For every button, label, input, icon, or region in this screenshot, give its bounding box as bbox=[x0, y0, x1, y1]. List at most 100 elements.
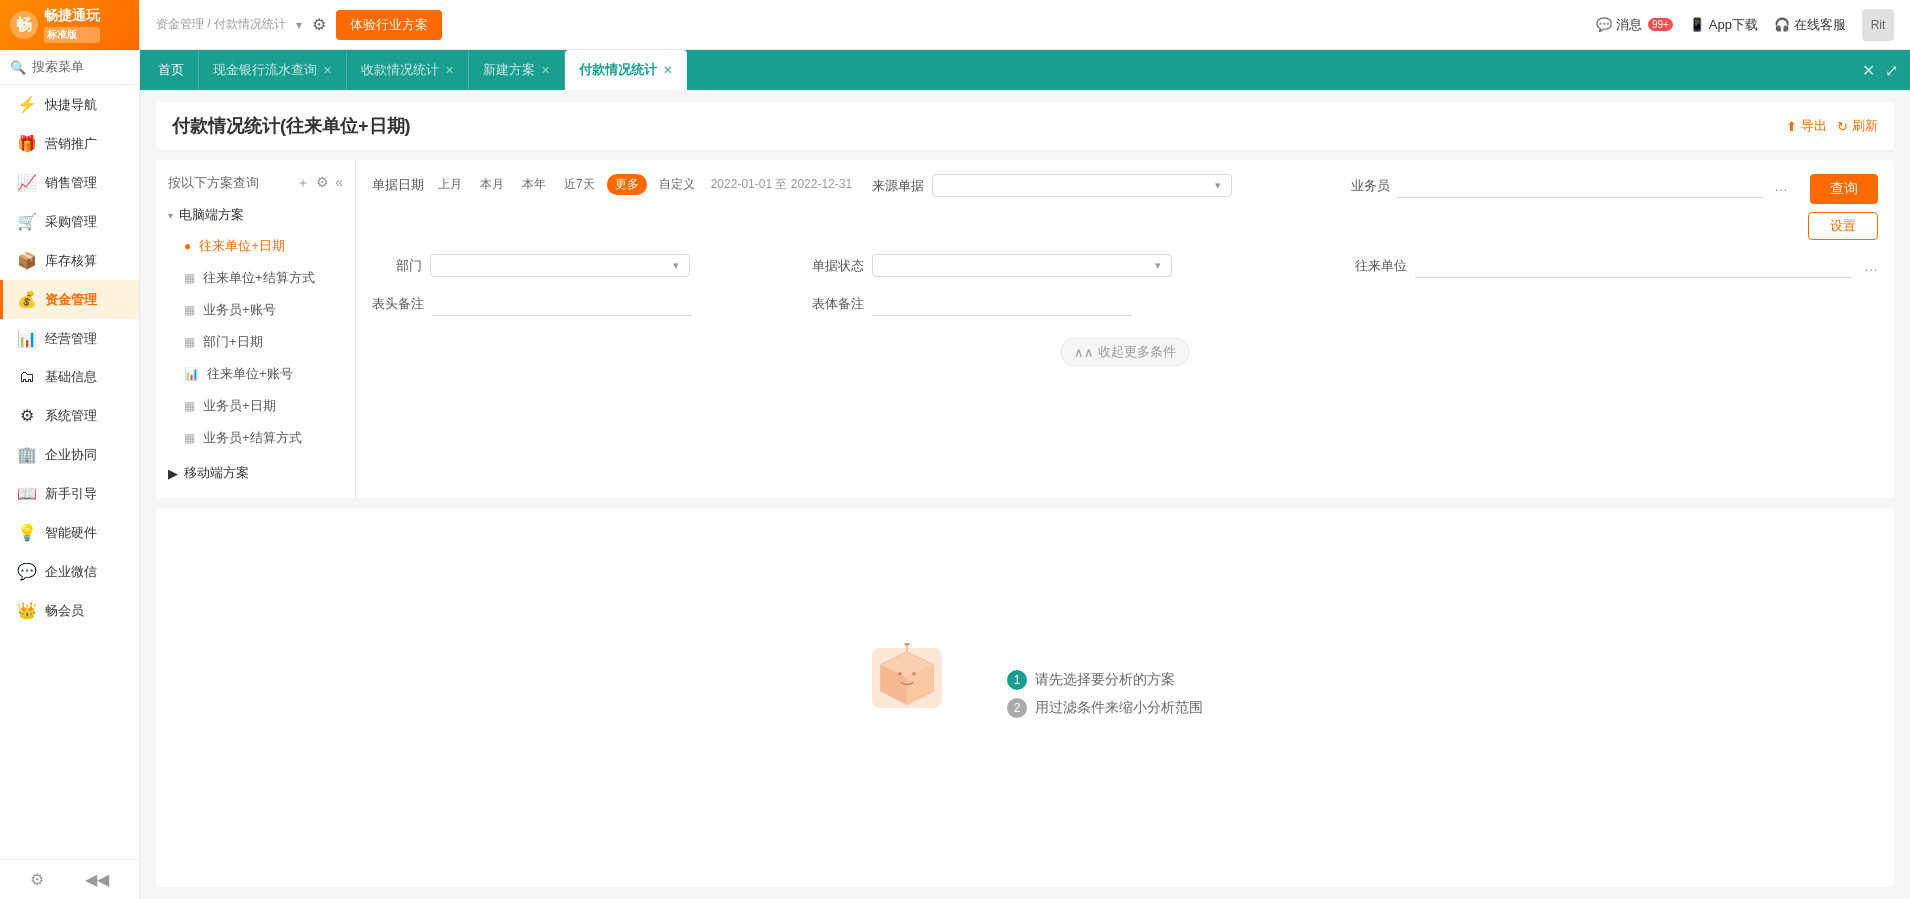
tab-new-plan[interactable]: 新建方案 ✕ bbox=[469, 50, 565, 90]
sidebar-item-system[interactable]: ⚙ 系统管理 bbox=[0, 396, 139, 435]
scheme-panel-header: 按以下方案查询 ＋ ⚙ « bbox=[156, 170, 355, 200]
scheme-collapse-icon[interactable]: « bbox=[335, 174, 343, 192]
avatar[interactable]: Rit bbox=[1862, 9, 1894, 41]
sidebar-item-sales[interactable]: 📈 销售管理 bbox=[0, 163, 139, 202]
sidebar-item-label: 营销推广 bbox=[45, 135, 97, 153]
scheme-item-staff-settle[interactable]: ▦ 业务员+结算方式 bbox=[156, 422, 355, 454]
sidebar-item-label: 销售管理 bbox=[45, 174, 97, 192]
table-head-remark-input[interactable] bbox=[432, 292, 692, 316]
sales-icon: 📈 bbox=[17, 173, 37, 192]
purchase-icon: 🛒 bbox=[17, 212, 37, 231]
tab-payment-stats-close-icon[interactable]: ✕ bbox=[663, 64, 672, 77]
sidebar-item-operation[interactable]: 📊 经营管理 bbox=[0, 319, 139, 358]
sidebar-item-basic-info[interactable]: 🗂 基础信息 bbox=[0, 358, 139, 396]
enterprise-icon: 🏢 bbox=[17, 445, 37, 464]
dept-field: 部门 ▾ bbox=[372, 254, 792, 277]
operation-icon: 📊 bbox=[17, 329, 37, 348]
scheme-item-unit-settle[interactable]: ▦ 往来单位+结算方式 bbox=[156, 262, 355, 294]
scheme-group-mobile[interactable]: ▶ 移动端方案 bbox=[156, 458, 355, 488]
sidebar-item-member[interactable]: 👑 畅会员 bbox=[0, 591, 139, 630]
collapse-button[interactable]: ∧∧ 收起更多条件 bbox=[1061, 338, 1189, 366]
scheme-item-label: 业务员+账号 bbox=[203, 301, 276, 319]
date-filter: 上月 本月 本年 近7天 更多 自定义 2022-01-01 至 2022-12… bbox=[432, 174, 852, 195]
sidebar-footer: ⚙ ◀◀ bbox=[0, 859, 139, 899]
topbar-gear-icon[interactable]: ⚙ bbox=[312, 15, 326, 34]
tip-text-2: 用过滤条件来缩小分析范围 bbox=[1035, 699, 1203, 717]
date-btn-more[interactable]: 更多 bbox=[607, 174, 647, 195]
sidebar-nav: ⚡ 快捷导航 🎁 营销推广 📈 销售管理 🛒 采购管理 📦 库存核算 💰 资金管… bbox=[0, 85, 139, 859]
message-item[interactable]: 💬 消息 99+ bbox=[1596, 16, 1673, 34]
table-head-remark-field: 表头备注 bbox=[372, 292, 792, 316]
related-unit-label: 往来单位 bbox=[1355, 257, 1407, 275]
scheme-item-staff-account[interactable]: ▦ 业务员+账号 bbox=[156, 294, 355, 326]
sidebar-item-label: 库存核算 bbox=[45, 252, 97, 270]
related-unit-ellipsis-icon[interactable]: … bbox=[1864, 258, 1878, 274]
sidebar-item-inventory[interactable]: 📦 库存核算 bbox=[0, 241, 139, 280]
scheme-gear-icon[interactable]: ⚙ bbox=[316, 174, 329, 192]
sidebar-item-enterprise[interactable]: 🏢 企业协同 bbox=[0, 435, 139, 474]
app-download-item[interactable]: 📱 App下载 bbox=[1689, 16, 1758, 34]
hardware-icon: 💡 bbox=[17, 523, 37, 542]
scheme-table-icon5: ▦ bbox=[184, 431, 195, 445]
quick-nav-icon: ⚡ bbox=[17, 95, 37, 114]
sidebar-item-marketing[interactable]: 🎁 营销推广 bbox=[0, 124, 139, 163]
brand-name: 畅捷通玩 bbox=[44, 7, 100, 25]
scheme-item-dept-date[interactable]: ▦ 部门+日期 bbox=[156, 326, 355, 358]
sidebar-item-label: 新手引导 bbox=[45, 485, 97, 503]
sidebar-item-guide[interactable]: 📖 新手引导 bbox=[0, 474, 139, 513]
sidebar-item-quick-nav[interactable]: ⚡ 快捷导航 bbox=[0, 85, 139, 124]
scheme-table-icon3: ▦ bbox=[184, 335, 195, 349]
related-unit-field: 往来单位 … bbox=[1355, 254, 1878, 278]
tab-bank-flow[interactable]: 现金银行流水查询 ✕ bbox=[199, 50, 347, 90]
setting-button[interactable]: 设置 bbox=[1808, 212, 1878, 240]
tip-num-1: 1 bbox=[1007, 670, 1027, 690]
voucher-status-select[interactable]: ▾ bbox=[872, 254, 1172, 277]
export-button[interactable]: ⬆ 导出 bbox=[1786, 117, 1827, 135]
tab-receipt-stats-close-icon[interactable]: ✕ bbox=[445, 64, 454, 77]
tab-receipt-stats[interactable]: 收款情况统计 ✕ bbox=[347, 50, 469, 90]
scheme-group-pc[interactable]: ▾ 电脑端方案 bbox=[156, 200, 355, 230]
scheme-group-pc-arrow: ▾ bbox=[168, 210, 173, 221]
query-btn-group: 查询 设置 bbox=[1808, 174, 1878, 240]
table-body-remark-input[interactable] bbox=[872, 292, 1132, 316]
date-btn-7days[interactable]: 近7天 bbox=[558, 174, 601, 195]
scheme-active-icon: ● bbox=[184, 239, 191, 253]
scheme-add-icon[interactable]: ＋ bbox=[296, 174, 310, 192]
date-btn-custom[interactable]: 自定义 bbox=[653, 174, 701, 195]
refresh-label: 刷新 bbox=[1852, 117, 1878, 135]
tab-new-plan-close-icon[interactable]: ✕ bbox=[541, 64, 550, 77]
marketing-icon: 🎁 bbox=[17, 134, 37, 153]
sidebar-item-wechat[interactable]: 💬 企业微信 bbox=[0, 552, 139, 591]
staff-input[interactable] bbox=[1398, 174, 1762, 198]
scheme-item-unit-account[interactable]: 📊 往来单位+账号 bbox=[156, 358, 355, 390]
dropdown-arrow-icon[interactable]: ▾ bbox=[296, 18, 302, 32]
source-select[interactable]: ▾ bbox=[932, 174, 1232, 197]
tab-expand-icon[interactable]: ⤢ bbox=[1885, 61, 1898, 80]
query-button[interactable]: 查询 bbox=[1810, 174, 1878, 204]
sidebar-item-hardware[interactable]: 💡 智能硬件 bbox=[0, 513, 139, 552]
date-btn-this-month[interactable]: 本月 bbox=[474, 174, 510, 195]
refresh-button[interactable]: ↻ 刷新 bbox=[1837, 117, 1878, 135]
cube-illustration bbox=[872, 648, 942, 708]
tab-bank-flow-close-icon[interactable]: ✕ bbox=[323, 64, 332, 77]
sidebar-item-purchase[interactable]: 🛒 采购管理 bbox=[0, 202, 139, 241]
trial-button[interactable]: 体验行业方案 bbox=[336, 10, 442, 40]
date-btn-last-month[interactable]: 上月 bbox=[432, 174, 468, 195]
tab-new-plan-label: 新建方案 bbox=[483, 61, 535, 79]
empty-state: 1 请先选择要分析的方案 2 用过滤条件来缩小分析范围 bbox=[156, 508, 1894, 887]
related-unit-input[interactable] bbox=[1415, 254, 1852, 278]
sidebar-item-finance[interactable]: 💰 资金管理 bbox=[0, 280, 139, 319]
online-service-item[interactable]: 🎧 在线客服 bbox=[1774, 16, 1846, 34]
tab-home[interactable]: 首页 bbox=[144, 50, 199, 90]
tab-payment-stats[interactable]: 付款情况统计 ✕ bbox=[565, 50, 687, 90]
dept-label: 部门 bbox=[372, 257, 422, 275]
dept-select[interactable]: ▾ bbox=[430, 254, 690, 277]
tab-close-all-icon[interactable]: ✕ bbox=[1862, 61, 1875, 80]
search-menu[interactable]: 🔍 搜索菜单 bbox=[0, 50, 139, 85]
scheme-item-unit-date[interactable]: ● 往来单位+日期 bbox=[156, 230, 355, 262]
settings-gear-icon[interactable]: ⚙ bbox=[30, 870, 44, 889]
scheme-item-staff-date[interactable]: ▦ 业务员+日期 bbox=[156, 390, 355, 422]
date-btn-this-year[interactable]: 本年 bbox=[516, 174, 552, 195]
collapse-sidebar-icon[interactable]: ◀◀ bbox=[85, 870, 109, 889]
staff-ellipsis-icon[interactable]: … bbox=[1774, 178, 1788, 194]
